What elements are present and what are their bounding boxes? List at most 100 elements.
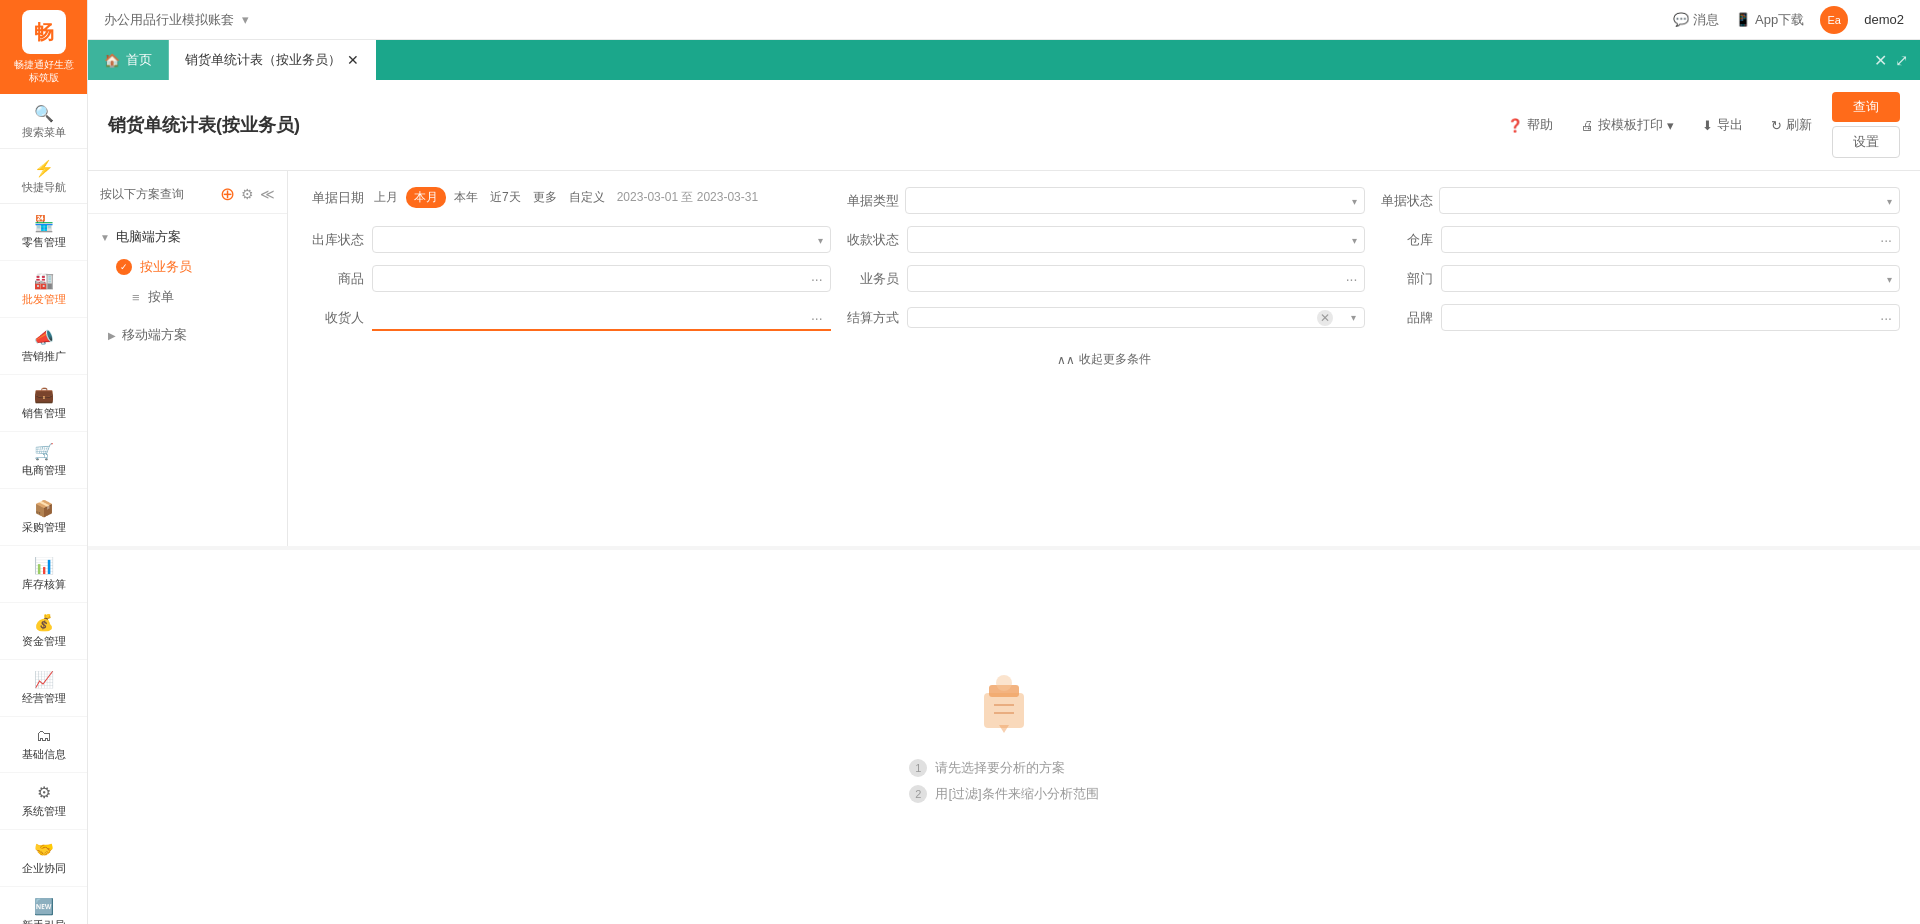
- doc-type-select[interactable]: [905, 187, 1366, 214]
- message-btn[interactable]: 💬 消息: [1673, 11, 1719, 29]
- sidebar-item-retail[interactable]: 🏪 零售管理: [0, 204, 87, 261]
- goods-field: 商品 ···: [308, 265, 831, 292]
- user-avatar[interactable]: Ea: [1820, 6, 1848, 34]
- scheme-add-icon[interactable]: ⊕: [220, 183, 235, 205]
- settlement-control: ✕ ▾: [907, 307, 1366, 328]
- scheme-collapse-icon[interactable]: ≪: [260, 186, 275, 202]
- sidebar-item-ecommerce-label: 电商管理: [22, 463, 66, 478]
- dept-field: 部门 ▾: [1377, 265, 1900, 292]
- tab-home[interactable]: 🏠 首页: [88, 40, 169, 80]
- shipment-select[interactable]: [372, 226, 831, 253]
- sidebar-item-marketing[interactable]: 📣 营销推广: [0, 318, 87, 375]
- settings-button[interactable]: 设置: [1832, 126, 1900, 158]
- settlement-clear-icon[interactable]: ✕: [1317, 310, 1333, 326]
- goods-control: ···: [372, 265, 831, 292]
- scheme-item-by-staff[interactable]: ✓ 按业务员: [88, 252, 287, 282]
- dept-select[interactable]: [1441, 265, 1900, 292]
- operation-icon: 📈: [34, 670, 54, 689]
- staff-field: 业务员 ···: [843, 265, 1366, 292]
- username-label[interactable]: demo2: [1864, 12, 1904, 27]
- filter-area: 按以下方案查询 ⊕ ⚙ ≪ ▼ 电脑端方案 ✓ 按业务员: [88, 171, 1920, 546]
- tab-sales-report[interactable]: 销货单统计表（按业务员） ✕: [169, 40, 376, 80]
- tip2-num: 2: [909, 785, 927, 803]
- goods-label: 商品: [308, 270, 364, 288]
- export-label: 导出: [1717, 116, 1743, 134]
- filter-form: 单据日期 上月 本月 本年 近7天 更多 自定义 2023-03-01 至 20…: [288, 171, 1920, 546]
- consignee-field: 收货人 ···: [308, 304, 831, 331]
- sidebar-item-enterprise[interactable]: 🤝 企业协同: [0, 830, 87, 887]
- payment-field: 收款状态 ▾: [843, 226, 1366, 253]
- scheme-panel-header: 按以下方案查询 ⊕ ⚙ ≪: [88, 183, 287, 214]
- scheme-pc-arrow-icon: ▼: [100, 232, 110, 243]
- doc-status-field: 单据状态 ▾: [1377, 187, 1900, 214]
- sidebar-item-sales[interactable]: 💼 销售管理: [0, 375, 87, 432]
- sidebar-item-purchase[interactable]: 📦 采购管理: [0, 489, 87, 546]
- scheme-subitem-icon: ≡: [132, 290, 140, 305]
- sidebar-item-wholesale[interactable]: 🏭 批发管理: [0, 261, 87, 318]
- system-icon: ⚙: [37, 783, 51, 802]
- payment-select[interactable]: [907, 226, 1366, 253]
- sidebar-item-system[interactable]: ⚙ 系统管理: [0, 773, 87, 830]
- app-download-btn[interactable]: 📱 App下载: [1735, 11, 1804, 29]
- scheme-section-mobile[interactable]: ▶ 移动端方案: [88, 320, 287, 350]
- tab-close-icon[interactable]: ✕: [347, 53, 359, 67]
- empty-tip-2: 2 用[过滤]条件来缩小分析范围: [909, 785, 1098, 803]
- scheme-item-by-order[interactable]: ≡ 按单: [88, 282, 287, 312]
- scheme-pc-header[interactable]: ▼ 电脑端方案: [88, 222, 287, 252]
- svg-rect-0: [984, 693, 1024, 728]
- refresh-icon: ↻: [1771, 118, 1782, 133]
- date-option-last-month[interactable]: 上月: [370, 187, 402, 208]
- scheme-item-by-staff-label: 按业务员: [140, 258, 192, 276]
- consignee-input[interactable]: [372, 304, 831, 331]
- date-option-more[interactable]: 更多: [529, 187, 561, 208]
- sidebar-quicknav-btn[interactable]: ⚡ 快捷导航: [0, 149, 87, 204]
- tab-close-window-icon[interactable]: ✕: [1874, 51, 1887, 70]
- sidebar-item-operation[interactable]: 📈 经营管理: [0, 660, 87, 717]
- topbar-right: 💬 消息 📱 App下载 Ea demo2: [1673, 6, 1904, 34]
- doc-status-select[interactable]: [1439, 187, 1900, 214]
- scheme-settings-icon[interactable]: ⚙: [241, 186, 254, 202]
- enterprise-icon: 🤝: [34, 840, 54, 859]
- sidebar-item-finance[interactable]: 💰 资金管理: [0, 603, 87, 660]
- collapse-btn[interactable]: ∧∧ 收起更多条件: [308, 343, 1900, 376]
- date-option-7days[interactable]: 近7天: [486, 187, 525, 208]
- brand-input[interactable]: [1441, 304, 1900, 331]
- date-options-group: 上月 本月 本年 近7天 更多 自定义 2023-03-01 至 2023-03…: [370, 187, 758, 208]
- sidebar-search-btn[interactable]: 🔍 搜索菜单: [0, 94, 87, 149]
- sidebar-item-purchase-label: 采购管理: [22, 520, 66, 535]
- settlement-label: 结算方式: [843, 309, 899, 327]
- staff-label: 业务员: [843, 270, 899, 288]
- staff-input[interactable]: [907, 265, 1366, 292]
- topbar: 办公用品行业模拟账套 ▾ 💬 消息 📱 App下载 Ea demo2: [88, 0, 1920, 40]
- settlement-field: 结算方式 ✕ ▾: [843, 304, 1366, 331]
- tip1-num: 1: [909, 759, 927, 777]
- date-filter-label: 单据日期: [308, 189, 364, 207]
- sidebar-item-marketing-label: 营销推广: [22, 349, 66, 364]
- refresh-btn[interactable]: ↻ 刷新: [1763, 112, 1820, 138]
- tab-expand-icon[interactable]: ⤢: [1895, 51, 1908, 70]
- warehouse-input[interactable]: [1441, 226, 1900, 253]
- breadcrumb-dropdown-icon[interactable]: ▾: [242, 12, 249, 27]
- print-btn[interactable]: 🖨 按模板打印 ▾: [1573, 112, 1682, 138]
- sidebar-items: 🏪 零售管理 🏭 批发管理 📣 营销推广 💼 销售管理 🛒 电商管理 📦 采购管…: [0, 204, 87, 924]
- settlement-chevron-icon: ▾: [1351, 312, 1356, 323]
- app-download-label: App下载: [1755, 11, 1804, 29]
- sidebar-item-retail-label: 零售管理: [22, 235, 66, 250]
- sidebar-item-inventory-label: 库存核算: [22, 577, 66, 592]
- sidebar-item-inventory[interactable]: 📊 库存核算: [0, 546, 87, 603]
- scheme-mobile-label: 移动端方案: [122, 326, 187, 344]
- sidebar-item-newbie-label: 新手引导: [22, 918, 66, 924]
- sidebar-item-ecommerce[interactable]: 🛒 电商管理: [0, 432, 87, 489]
- export-btn[interactable]: ⬇ 导出: [1694, 112, 1751, 138]
- sidebar-logo[interactable]: 畅 畅捷通好生意 标筑版: [0, 0, 87, 94]
- brand-label: 品牌: [1377, 309, 1433, 327]
- sidebar-item-basic[interactable]: 🗂 基础信息: [0, 717, 87, 773]
- date-option-this-year[interactable]: 本年: [450, 187, 482, 208]
- date-option-this-month[interactable]: 本月: [406, 187, 446, 208]
- goods-input[interactable]: [372, 265, 831, 292]
- query-button[interactable]: 查询: [1832, 92, 1900, 122]
- sales-icon: 💼: [34, 385, 54, 404]
- sidebar-item-newbie[interactable]: 🆕 新手引导: [0, 887, 87, 924]
- date-option-custom[interactable]: 自定义: [565, 187, 609, 208]
- help-btn[interactable]: ❓ 帮助: [1499, 112, 1561, 138]
